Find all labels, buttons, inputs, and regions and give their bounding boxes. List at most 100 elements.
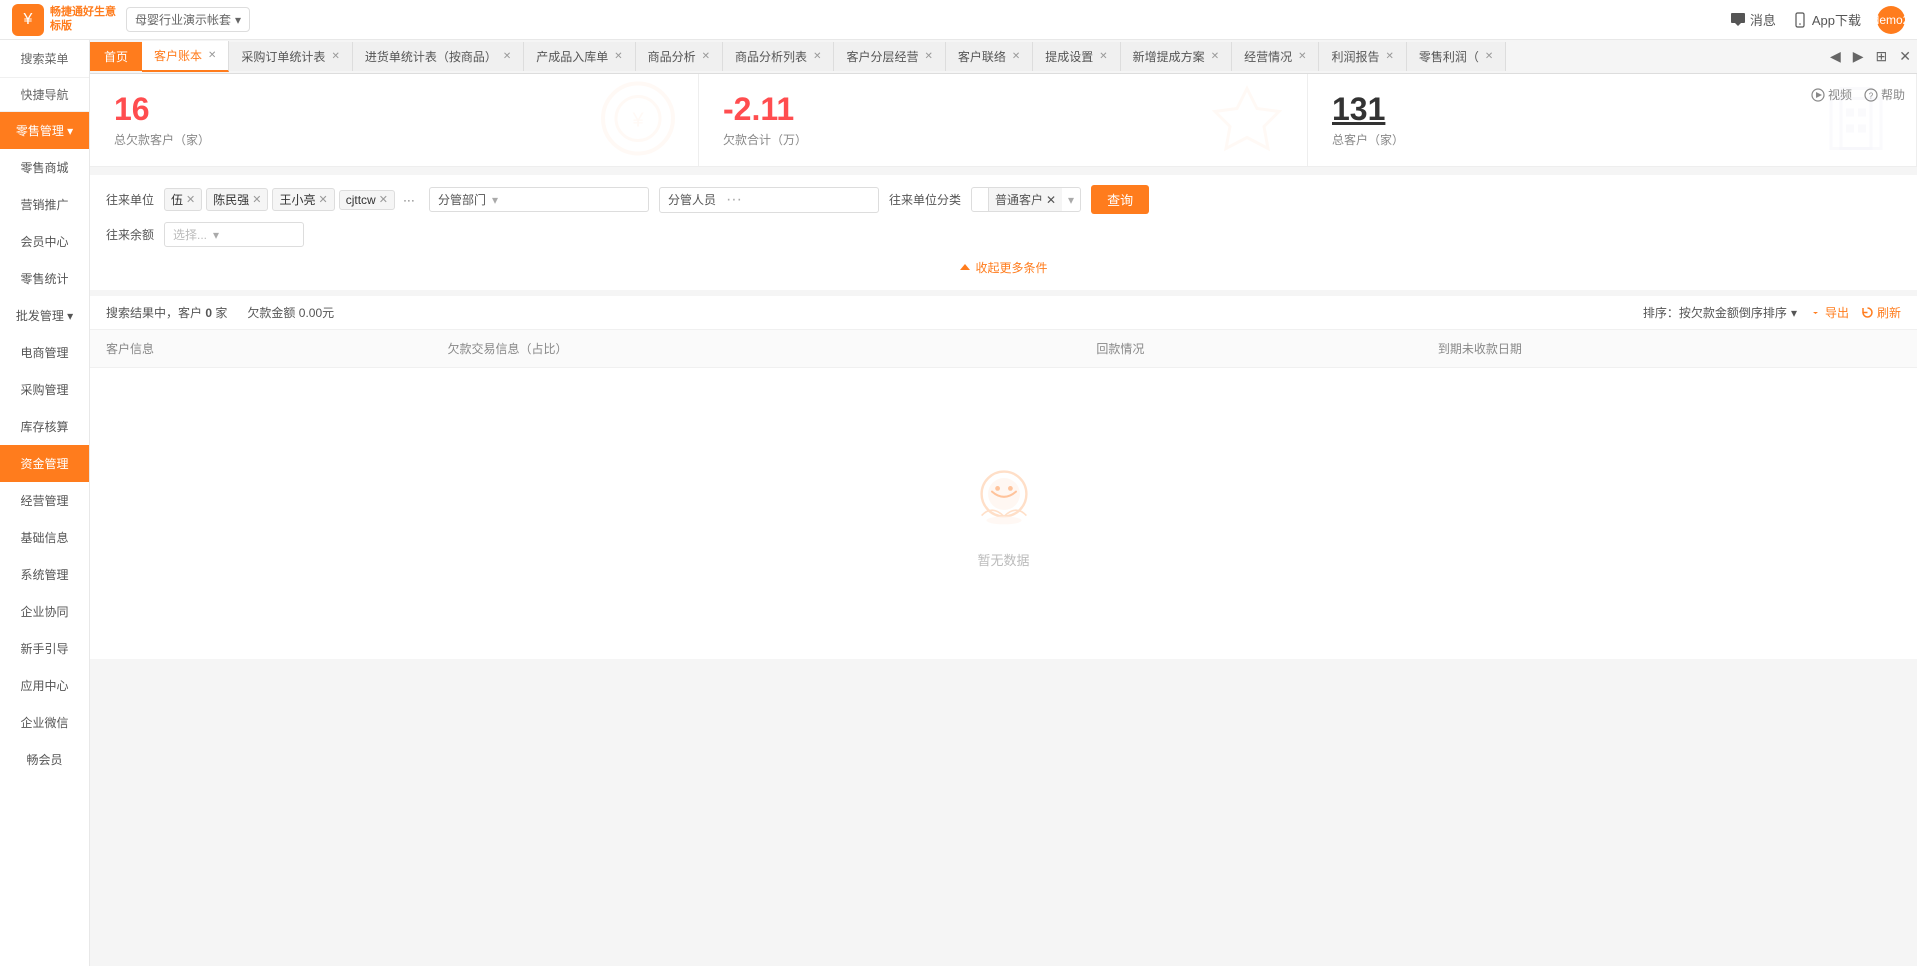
tab-close-product-analysis[interactable]: ✕	[702, 51, 710, 62]
tab-next-btn[interactable]: ▶	[1847, 48, 1870, 65]
table-body: 暂无数据	[90, 368, 1917, 660]
person-select[interactable]: 分管人员 ···	[659, 187, 879, 213]
tab-close-retail-profit[interactable]: ✕	[1485, 51, 1493, 62]
message-action[interactable]: 消息	[1730, 10, 1776, 29]
phone-icon	[1792, 12, 1808, 28]
data-table-container: 客户信息 欠款交易信息（占比） 回款情况 到期未收款日期	[90, 330, 1917, 660]
coin-icon: ¥	[598, 79, 678, 162]
tab-home[interactable]: 首页	[90, 42, 142, 71]
tab-customer-contact[interactable]: 客户联络 ✕	[946, 42, 1033, 71]
app-download-action[interactable]: App下载	[1792, 10, 1861, 29]
col-debt-info: 欠款交易信息（占比）	[432, 330, 1081, 368]
tab-close-purchase-stats[interactable]: ✕	[331, 51, 339, 62]
message-icon	[1730, 12, 1746, 28]
stat-customers-value: 16	[114, 92, 150, 127]
tab-close-product-inbound[interactable]: ✕	[614, 51, 622, 62]
person-dots[interactable]: ···	[722, 191, 746, 209]
type-tag-close[interactable]: ✕	[1046, 193, 1056, 207]
sidebar-item-basic-info[interactable]: 基础信息	[0, 519, 89, 556]
logo-icon: ¥	[12, 4, 44, 36]
unit-tag-1: 陈民强 ✕	[206, 188, 268, 211]
tab-product-analysis[interactable]: 商品分析 ✕	[636, 42, 723, 71]
sidebar-item-system[interactable]: 系统管理	[0, 556, 89, 593]
sidebar-item-retail-stats[interactable]: 零售统计	[0, 260, 89, 297]
tab-close-customer-contact[interactable]: ✕	[1012, 51, 1020, 62]
tab-close-commission-settings[interactable]: ✕	[1099, 51, 1107, 62]
sidebar-search-menu[interactable]: 搜索菜单	[0, 40, 89, 78]
unit-tag-0-close[interactable]: ✕	[186, 193, 195, 206]
collapse-row: 收起更多条件	[106, 255, 1901, 280]
more-tags-btn[interactable]: ···	[399, 191, 419, 209]
sidebar-item-purchase[interactable]: 采购管理	[0, 371, 89, 408]
tab-profit-report[interactable]: 利润报告 ✕	[1319, 42, 1406, 71]
balance-select[interactable]: 选择... ▾	[164, 222, 304, 247]
collapse-icon	[959, 262, 971, 274]
sort-select[interactable]: 排序：按欠款金额倒序排序 ▾	[1643, 304, 1797, 321]
tab-customer-stratification[interactable]: 客户分层经营 ✕	[834, 42, 945, 71]
filter-area: 往来单位 伍 ✕ 陈民强 ✕ 王小亮 ✕	[90, 175, 1917, 290]
sidebar-item-chang-member[interactable]: 畅会员	[0, 741, 89, 778]
tab-product-analysis-list[interactable]: 商品分析列表 ✕	[723, 42, 834, 71]
help-link[interactable]: ? 帮助	[1864, 86, 1905, 103]
sidebar-item-finance[interactable]: 资金管理	[0, 445, 89, 482]
stats-bar: ¥ 16 总欠款客户（家） -2.11 欠款合计（万） 131	[90, 74, 1917, 167]
unit-tag-3: cjttcw ✕	[339, 190, 395, 210]
content-area: 首页 客户账本 ✕ 采购订单统计表 ✕ 进货单统计表（按商品） ✕ 产成品入库单…	[90, 40, 1917, 966]
data-table: 客户信息 欠款交易信息（占比） 回款情况 到期未收款日期	[90, 330, 1917, 660]
empty-state: 暂无数据	[106, 378, 1901, 649]
refresh-btn[interactable]: 刷新	[1861, 304, 1901, 321]
unit-tag-2-close[interactable]: ✕	[319, 193, 328, 206]
query-button[interactable]: 查询	[1091, 185, 1149, 214]
sidebar-item-ecommerce[interactable]: 电商管理	[0, 334, 89, 371]
tab-prev-btn[interactable]: ◀	[1824, 48, 1847, 65]
dept-arrow: ▾	[492, 193, 498, 207]
tab-expand-btn[interactable]: ⊞	[1870, 48, 1894, 65]
sidebar-item-app-center[interactable]: 应用中心	[0, 667, 89, 704]
sidebar-item-retail-mall[interactable]: 零售商城	[0, 149, 89, 186]
enterprise-selector[interactable]: 母婴行业演示帐套 ▾	[126, 7, 250, 32]
sidebar-item-member-center[interactable]: 会员中心	[0, 223, 89, 260]
tab-close-customer-stratification[interactable]: ✕	[924, 51, 932, 62]
tab-close-business-overview[interactable]: ✕	[1298, 51, 1306, 62]
sidebar-item-marketing[interactable]: 营销推广	[0, 186, 89, 223]
tab-inbound-stats[interactable]: 进货单统计表（按商品） ✕	[353, 42, 524, 71]
balance-arrow: ▾	[213, 228, 219, 242]
tab-close-customer-ledger[interactable]: ✕	[208, 50, 216, 61]
user-avatar[interactable]: demo2	[1877, 6, 1905, 34]
sidebar-item-wholesale[interactable]: 批发管理 ▾	[0, 297, 89, 334]
search-info: 搜索结果中，客户 0 家 欠款金额 0.00元	[106, 304, 334, 321]
tab-close-inbound-stats[interactable]: ✕	[503, 51, 511, 62]
top-bar: ¥ 畅捷通好生意 标版 母婴行业演示帐套 ▾ 消息 App下载 demo2	[0, 0, 1917, 40]
tab-retail-profit[interactable]: 零售利润（ ✕	[1407, 42, 1506, 71]
unit-tag-3-close[interactable]: ✕	[379, 193, 388, 206]
filter-row-2: 往来余额 选择... ▾	[106, 222, 1901, 247]
type-select[interactable]: 普通客户 ✕ ▾	[971, 187, 1081, 212]
sidebar-item-wecom[interactable]: 企业微信	[0, 704, 89, 741]
sidebar-item-retail[interactable]: 零售管理 ▾	[0, 112, 89, 149]
tab-commission-settings[interactable]: 提成设置 ✕	[1033, 42, 1120, 71]
stat-amount: -2.11 欠款合计（万）	[699, 74, 1308, 166]
unit-tag-1-close[interactable]: ✕	[252, 193, 261, 206]
tab-close-profit-report[interactable]: ✕	[1386, 51, 1394, 62]
tab-business-overview[interactable]: 经营情况 ✕	[1232, 42, 1319, 71]
video-link[interactable]: 视频	[1811, 86, 1852, 103]
tab-purchase-stats[interactable]: 采购订单统计表 ✕	[229, 42, 352, 71]
tab-close-product-analysis-list[interactable]: ✕	[813, 51, 821, 62]
svg-text:?: ?	[1869, 91, 1874, 100]
sort-arrow: ▾	[1791, 306, 1797, 320]
sidebar-item-inventory[interactable]: 库存核算	[0, 408, 89, 445]
tab-close-add-commission[interactable]: ✕	[1211, 51, 1219, 62]
tab-add-commission[interactable]: 新增提成方案 ✕	[1121, 42, 1232, 71]
tab-product-inbound[interactable]: 产成品入库单 ✕	[524, 42, 635, 71]
tab-customer-ledger[interactable]: 客户账本 ✕	[142, 41, 229, 72]
collapse-btn[interactable]: 收起更多条件	[955, 255, 1051, 280]
sidebar-item-beginner-guide[interactable]: 新手引导	[0, 630, 89, 667]
tab-bar: 首页 客户账本 ✕ 采购订单统计表 ✕ 进货单统计表（按商品） ✕ 产成品入库单…	[90, 40, 1917, 74]
export-btn[interactable]: 导出	[1809, 304, 1849, 321]
sidebar-item-business[interactable]: 经营管理	[0, 482, 89, 519]
export-icon	[1809, 306, 1822, 319]
sidebar-quick-nav[interactable]: 快捷导航	[0, 78, 89, 112]
sidebar-item-enterprise-collab[interactable]: 企业协同	[0, 593, 89, 630]
dept-select[interactable]: 分管部门 ▾	[429, 187, 649, 212]
tab-close-all-btn[interactable]: ✕	[1893, 48, 1917, 65]
